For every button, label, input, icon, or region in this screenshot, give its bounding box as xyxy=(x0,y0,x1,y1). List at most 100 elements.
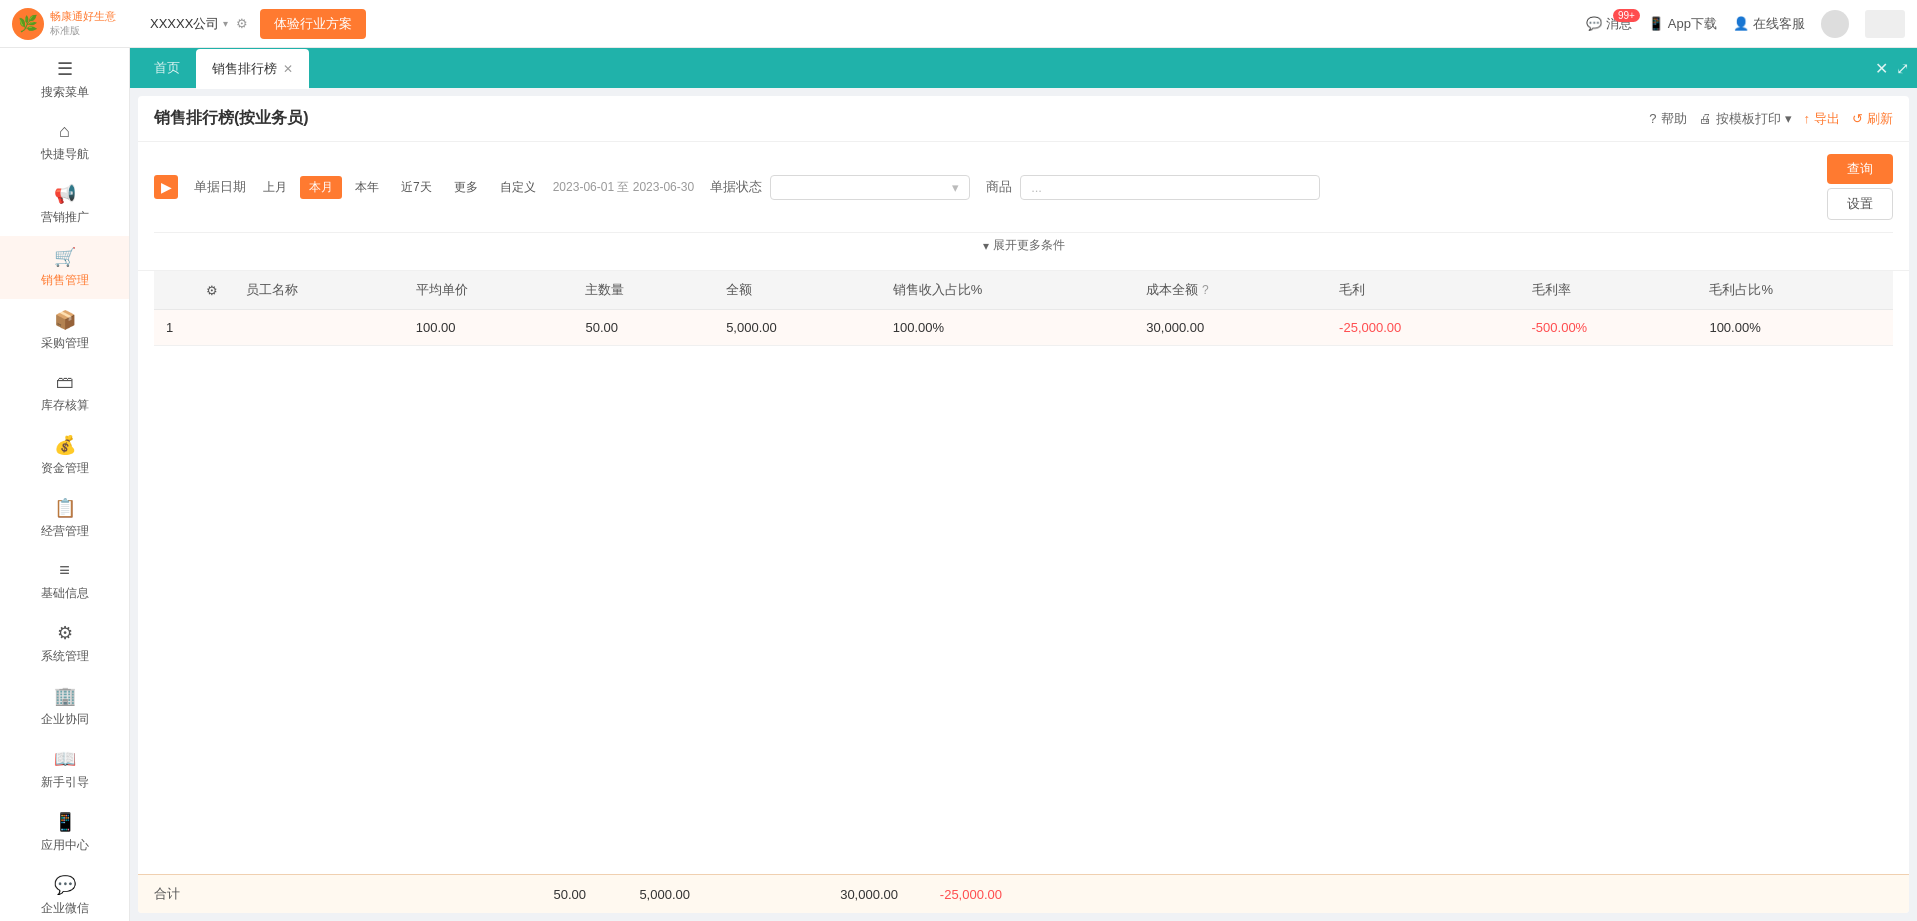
date-tab-7days[interactable]: 近7天 xyxy=(392,176,441,199)
col-amount: 全额 xyxy=(714,271,881,310)
sidebar-item-wechat[interactable]: 💬 企业微信 xyxy=(0,864,129,921)
date-tab-thismonth[interactable]: 本月 xyxy=(300,176,342,199)
ranking-table: ⚙ 员工名称 平均单价 主数量 全额 销售收入占比% 成本全额 ? 毛 xyxy=(154,271,1893,346)
expand-more-label: 展开更多条件 xyxy=(993,237,1065,254)
sidebar-item-apps[interactable]: 📱 应用中心 xyxy=(0,801,129,864)
marketing-icon: 📢 xyxy=(54,183,76,205)
tab-home-label: 首页 xyxy=(154,59,180,77)
date-tab-lastmonth[interactable]: 上月 xyxy=(254,176,296,199)
tab-home[interactable]: 首页 xyxy=(138,48,196,88)
goods-filter-label: 商品 xyxy=(986,178,1012,196)
date-tab-thisyear[interactable]: 本年 xyxy=(346,176,388,199)
tabs-bar-actions: ✕ ⤢ xyxy=(1875,59,1909,78)
cell-avg-price: 100.00 xyxy=(404,310,574,346)
date-tab-more[interactable]: 更多 xyxy=(445,176,487,199)
logo-area: 🌿 畅康通好生意 标准版 xyxy=(12,8,142,40)
date-tab-custom[interactable]: 自定义 xyxy=(491,176,545,199)
user-avatar[interactable] xyxy=(1821,10,1849,38)
sidebar-item-sales-label: 销售管理 xyxy=(41,272,89,289)
goods-input[interactable]: ... xyxy=(1020,175,1320,200)
cell-gross-pct: 100.00% xyxy=(1697,310,1893,346)
sidebar-item-search-label: 搜索菜单 xyxy=(41,84,89,101)
tab-expand-icon[interactable]: ⤢ xyxy=(1896,59,1909,78)
cell-settings xyxy=(194,310,234,346)
try-plan-button[interactable]: 体验行业方案 xyxy=(260,9,366,39)
status-filter-label: 单据状态 xyxy=(710,178,762,196)
table-header-row: ⚙ 员工名称 平均单价 主数量 全额 销售收入占比% 成本全额 ? 毛 xyxy=(154,271,1893,310)
settings-button[interactable]: 设置 xyxy=(1827,188,1893,220)
tab-sales-ranking[interactable]: 销售排行榜 ✕ xyxy=(196,49,309,89)
rank-number: 1 xyxy=(166,320,173,335)
cell-cost-amount: 30,000.00 xyxy=(1134,310,1327,346)
col-rank xyxy=(154,271,194,310)
company-selector[interactable]: XXXXX公司 ▾ xyxy=(150,15,228,33)
col-gross-pct: 毛利占比% xyxy=(1697,271,1893,310)
query-button[interactable]: 查询 xyxy=(1827,154,1893,184)
help-button[interactable]: ? 帮助 xyxy=(1649,110,1686,128)
sidebar-item-inventory-label: 库存核算 xyxy=(41,397,89,414)
page-header: 销售排行榜(按业务员) ? 帮助 🖨 按模板打印 ▾ ↑ xyxy=(138,96,1909,142)
refresh-button[interactable]: ↺ 刷新 xyxy=(1852,110,1893,128)
sidebar-item-marketing[interactable]: 📢 营销推广 xyxy=(0,173,129,236)
company-dropdown-icon[interactable]: ▾ xyxy=(223,18,228,29)
page-content: 销售排行榜(按业务员) ? 帮助 🖨 按模板打印 ▾ ↑ xyxy=(138,96,1909,913)
col-avg-price: 平均单价 xyxy=(404,271,574,310)
col-settings-icon[interactable]: ⚙ xyxy=(206,283,218,298)
col-settings[interactable]: ⚙ xyxy=(194,271,234,310)
filter-bar: ▶ 单据日期 上月 本月 本年 近7天 更多 自定义 xyxy=(138,142,1909,271)
export-button[interactable]: ↑ 导出 xyxy=(1804,110,1841,128)
status-filter: 单据状态 ▾ xyxy=(710,175,970,200)
footer-total-label: 合计 xyxy=(154,885,234,903)
tabs-bar: 首页 销售排行榜 ✕ ✕ ⤢ xyxy=(130,48,1917,88)
filter-expand-arrow[interactable]: ▶ xyxy=(154,175,178,199)
topbar-settings-icon[interactable]: ⚙ xyxy=(236,16,248,31)
sidebar-item-enterprise[interactable]: 🏢 企业协同 xyxy=(0,675,129,738)
purchase-icon: 📦 xyxy=(54,309,76,331)
footer-qty: 50.00 xyxy=(506,887,586,902)
service-label: 在线客服 xyxy=(1753,15,1805,33)
sidebar-item-guide[interactable]: 📖 新手引导 xyxy=(0,738,129,801)
sidebar-item-finance[interactable]: 💰 资金管理 xyxy=(0,424,129,487)
sidebar-item-search[interactable]: ☰ 搜索菜单 xyxy=(0,48,129,111)
online-service-button[interactable]: 👤 在线客服 xyxy=(1733,15,1805,33)
date-filter: 单据日期 上月 本月 本年 近7天 更多 自定义 2023-06-01 至 20… xyxy=(194,176,694,199)
message-icon: 💬 xyxy=(1586,16,1602,31)
col-gross-profit: 毛利 xyxy=(1327,271,1519,310)
tab-close-icon[interactable]: ✕ xyxy=(283,62,293,76)
tab-close-window-icon[interactable]: ✕ xyxy=(1875,59,1888,78)
print-button[interactable]: 🖨 按模板打印 ▾ xyxy=(1699,110,1792,128)
print-icon: 🖨 xyxy=(1699,111,1712,126)
sidebar-item-sales[interactable]: 🛒 销售管理 xyxy=(0,236,129,299)
sidebar-item-operation[interactable]: 📋 经营管理 xyxy=(0,487,129,550)
sidebar-item-basic-label: 基础信息 xyxy=(41,585,89,602)
sidebar-item-basic[interactable]: ≡ 基础信息 xyxy=(0,550,129,612)
filter-actions: 查询 设置 xyxy=(1827,154,1893,220)
filter-row-1: ▶ 单据日期 上月 本月 本年 近7天 更多 自定义 xyxy=(154,154,1893,220)
table-footer: 合计 50.00 5,000.00 30,000.00 -25,000.00 xyxy=(138,874,1909,913)
table-container: ⚙ 员工名称 平均单价 主数量 全额 销售收入占比% 成本全额 ? 毛 xyxy=(138,271,1909,874)
table-row: 1 100.00 50.00 5,000.00 100.00% 30,000.0… xyxy=(154,310,1893,346)
logo-sub: 标准版 xyxy=(50,24,116,38)
print-dropdown-icon[interactable]: ▾ xyxy=(1785,111,1792,126)
print-label: 按模板打印 xyxy=(1716,110,1781,128)
finance-icon: 💰 xyxy=(54,434,76,456)
status-select-dropdown-icon: ▾ xyxy=(952,180,959,195)
message-button[interactable]: 💬 消息 99+ xyxy=(1586,15,1632,33)
wechat-icon: 💬 xyxy=(54,874,76,896)
cell-amount: 5,000.00 xyxy=(714,310,881,346)
system-icon: ⚙ xyxy=(57,622,73,644)
sidebar-item-inventory[interactable]: 🗃 库存核算 xyxy=(0,362,129,424)
status-select[interactable]: ▾ xyxy=(770,175,970,200)
expand-more-button[interactable]: ▾ 展开更多条件 xyxy=(154,232,1893,258)
footer-amount: 5,000.00 xyxy=(610,887,690,902)
app-download-button[interactable]: 📱 App下载 xyxy=(1648,15,1717,33)
footer-gross-profit: -25,000.00 xyxy=(922,887,1002,902)
sidebar-item-system[interactable]: ⚙ 系统管理 xyxy=(0,612,129,675)
sidebar-item-purchase[interactable]: 📦 采购管理 xyxy=(0,299,129,362)
cell-sales-pct: 100.00% xyxy=(881,310,1135,346)
sidebar-item-quicknav[interactable]: ⌂ 快捷导航 xyxy=(0,111,129,173)
page-header-actions: ? 帮助 🖨 按模板打印 ▾ ↑ 导出 ↺ xyxy=(1649,110,1893,128)
sidebar-item-marketing-label: 营销推广 xyxy=(41,209,89,226)
cost-help-icon[interactable]: ? xyxy=(1202,283,1209,297)
sidebar-item-quicknav-label: 快捷导航 xyxy=(41,146,89,163)
